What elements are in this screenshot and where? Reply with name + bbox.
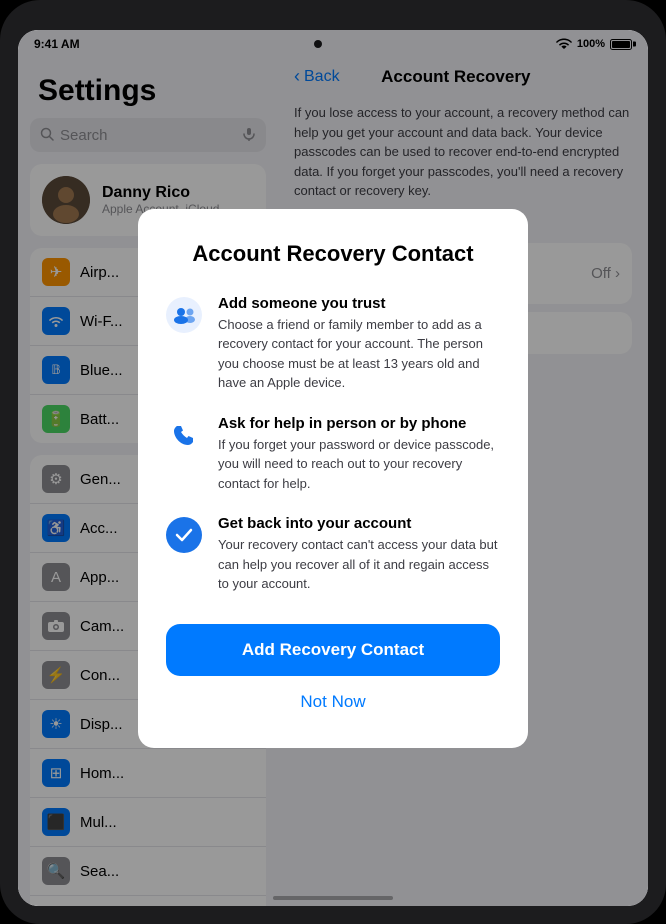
feature-phone-title: Ask for help in person or by phone xyxy=(218,415,500,432)
modal-title: Account Recovery Contact xyxy=(166,241,500,267)
modal-overlay[interactable]: Account Recovery Contact Add someone you… xyxy=(18,30,648,906)
screen: 9:41 AM 100% Settings xyxy=(18,30,648,906)
feature-phone-text: Ask for help in person or by phone If yo… xyxy=(218,415,500,494)
phone-icon xyxy=(166,417,202,453)
feature-phone-desc: If you forget your password or device pa… xyxy=(218,435,500,494)
account-recovery-modal: Account Recovery Contact Add someone you… xyxy=(138,209,528,748)
feature-add-title: Add someone you trust xyxy=(218,295,500,312)
feature-add-desc: Choose a friend or family member to add … xyxy=(218,315,500,393)
feature-getback-title: Get back into your account xyxy=(218,515,500,532)
modal-feature-get-back: Get back into your account Your recovery… xyxy=(166,515,500,594)
people-icon xyxy=(166,297,202,333)
feature-add-text: Add someone you trust Choose a friend or… xyxy=(218,295,500,393)
checkmark-circle-icon xyxy=(166,517,202,553)
add-recovery-contact-button[interactable]: Add Recovery Contact xyxy=(166,624,500,676)
not-now-button[interactable]: Not Now xyxy=(166,680,500,724)
feature-getback-desc: Your recovery contact can't access your … xyxy=(218,535,500,594)
feature-getback-text: Get back into your account Your recovery… xyxy=(218,515,500,594)
ipad-frame: 9:41 AM 100% Settings xyxy=(0,0,666,924)
modal-feature-ask-help: Ask for help in person or by phone If yo… xyxy=(166,415,500,494)
modal-feature-add-someone: Add someone you trust Choose a friend or… xyxy=(166,295,500,393)
